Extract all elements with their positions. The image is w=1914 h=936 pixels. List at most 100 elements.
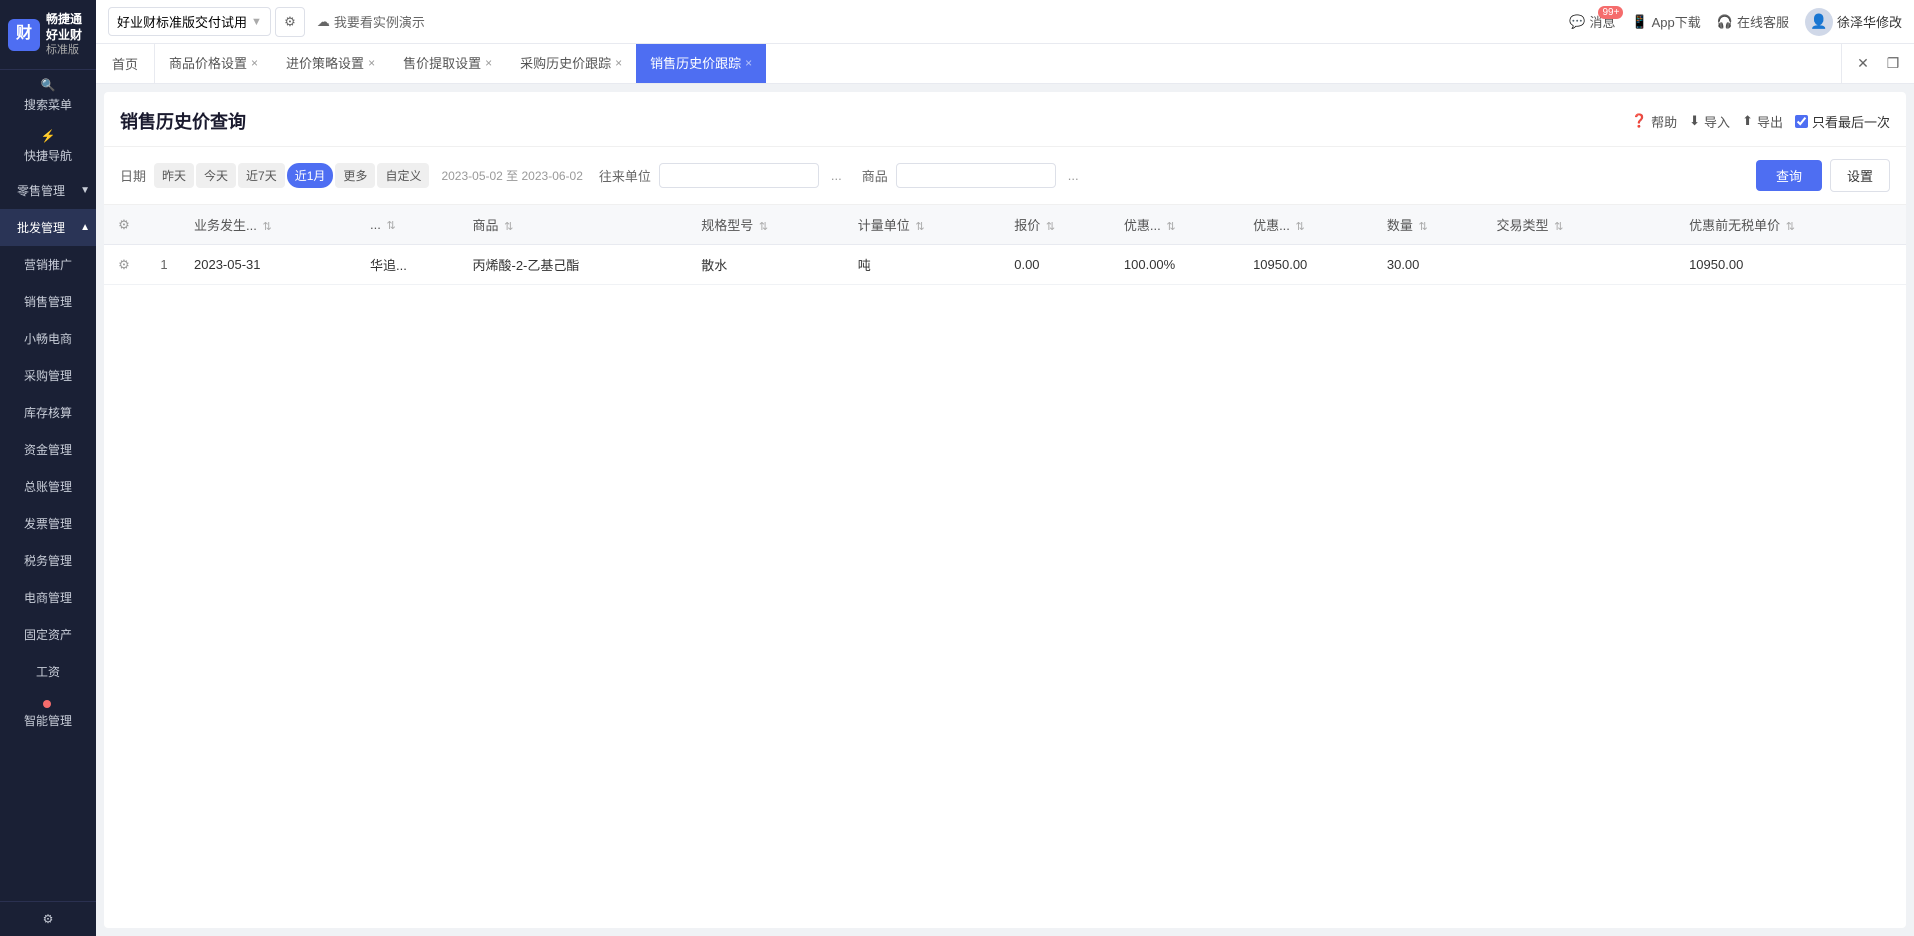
date-shortcuts: 昨天 今天 近7天 近1月 更多 自定义 (154, 163, 429, 188)
col-price[interactable]: 报价 ⇅ (1004, 205, 1114, 245)
help-btn[interactable]: ❓ 帮助 (1631, 112, 1677, 131)
sidebar-item-invoice-label: 发票管理 (24, 515, 72, 532)
sidebar-item-ecommerce-small[interactable]: 小畅电商 (0, 320, 96, 357)
date-shortcut-last7[interactable]: 近7天 (238, 163, 285, 188)
row-qty: 30.00 (1377, 245, 1487, 285)
sidebar-item-ledger[interactable]: 总账管理 (0, 468, 96, 505)
sidebar-item-purchase-label: 采购管理 (24, 367, 72, 384)
sidebar-item-smart[interactable]: 智能管理 (0, 690, 96, 739)
user-profile-btn[interactable]: 👤 徐泽华修改 (1805, 8, 1902, 36)
app-download-btn[interactable]: 📱 App下载 (1631, 12, 1700, 31)
col-discount2[interactable]: 优惠... ⇅ (1243, 205, 1377, 245)
topbar: 好业财标准版交付试用 ▼ ⚙ ☁ 我要看实例演示 💬 消息 99+ 📱 App下… (96, 0, 1914, 44)
col-more[interactable]: ... ⇅ (360, 205, 462, 245)
table-body: ⚙ 1 2023-05-31 华追... 丙烯酸-2-乙基己酯 散水 吨 0.0… (104, 245, 1906, 285)
import-btn[interactable]: ⬇ 导入 (1689, 112, 1730, 131)
sidebar-item-inventory[interactable]: 库存核算 (0, 394, 96, 431)
col-biz-date[interactable]: 业务发生... ⇅ (184, 205, 360, 245)
sidebar-item-purchase[interactable]: 采购管理 (0, 357, 96, 394)
row-company: 华追... (360, 245, 462, 285)
row-discount2: 10950.00 (1243, 245, 1377, 285)
sidebar-item-invoice[interactable]: 发票管理 (0, 505, 96, 542)
import-icon: ⬇ (1689, 113, 1700, 129)
tab-sales-history-close[interactable]: × (745, 56, 752, 70)
date-shortcut-last1m[interactable]: 近1月 (287, 163, 334, 188)
sidebar-search[interactable]: 🔍 搜索菜单 (0, 70, 96, 121)
sidebar-item-fixed-assets[interactable]: 固定资产 (0, 616, 96, 653)
version-select[interactable]: 好业财标准版交付试用 ▼ (108, 7, 271, 36)
tab-product-price-close[interactable]: × (251, 56, 258, 70)
row-discount1: 100.00% (1114, 245, 1243, 285)
col-spec[interactable]: 规格型号 ⇅ (691, 205, 848, 245)
source-unit-more-btn[interactable]: ... (827, 164, 846, 187)
tab-sales-history[interactable]: 销售历史价跟踪 × (636, 44, 766, 83)
sort-icon-discount2: ⇅ (1296, 221, 1305, 233)
col-discount1[interactable]: 优惠... ⇅ (1114, 205, 1243, 245)
date-range-text: 2023-05-02 至 2023-06-02 (441, 167, 582, 184)
sidebar-item-marketing[interactable]: 营销推广 (0, 246, 96, 283)
help-label: 帮助 (1651, 112, 1677, 131)
sidebar-item-finance[interactable]: 资金管理 (0, 431, 96, 468)
sidebar-item-wholesale[interactable]: 批发管理 ▲ (0, 209, 96, 246)
col-qty[interactable]: 数量 ⇅ (1377, 205, 1487, 245)
sidebar-item-retail[interactable]: 零售管理 ▼ (0, 172, 96, 209)
query-btn[interactable]: 查询 (1756, 160, 1822, 191)
msg-btn[interactable]: 💬 消息 99+ (1569, 12, 1615, 31)
chevron-down-icon: ▼ (80, 185, 90, 196)
export-btn[interactable]: ⬆ 导出 (1742, 112, 1783, 131)
tab-price-extract-close[interactable]: × (485, 56, 492, 70)
product-more-btn[interactable]: ... (1064, 164, 1083, 187)
date-shortcut-today[interactable]: 今天 (196, 163, 236, 188)
online-service-btn[interactable]: 🎧 在线客服 (1717, 12, 1789, 31)
sort-icon-spec: ⇅ (759, 221, 768, 233)
sidebar-item-ecommerce[interactable]: 电商管理 (0, 579, 96, 616)
tab-purchase-history-close[interactable]: × (615, 56, 622, 70)
row-gear-icon[interactable]: ⚙ (118, 257, 130, 272)
chevron-down-icon: ▼ (251, 16, 262, 28)
filter-row: 日期 昨天 今天 近7天 近1月 更多 自定义 2023-05-02 至 202… (104, 147, 1906, 205)
row-gear[interactable]: ⚙ (104, 245, 144, 285)
tab-product-price[interactable]: 商品价格设置 × (155, 44, 272, 83)
tab-price-extract[interactable]: 售价提取设置 × (389, 44, 506, 83)
sidebar-item-salary[interactable]: 工资 (0, 653, 96, 690)
sort-icon-discount1: ⇅ (1166, 221, 1175, 233)
table-row: ⚙ 1 2023-05-31 华追... 丙烯酸-2-乙基己酯 散水 吨 0.0… (104, 245, 1906, 285)
demo-btn[interactable]: ☁ 我要看实例演示 (317, 12, 425, 31)
col-pretax-price[interactable]: 优惠前无税单价 ⇅ (1679, 205, 1906, 245)
sidebar-item-tax[interactable]: 税务管理 (0, 542, 96, 579)
source-unit-input[interactable] (659, 163, 819, 188)
col-gear-icon[interactable]: ⚙ (118, 217, 130, 232)
date-shortcut-more[interactable]: 更多 (335, 163, 375, 188)
sidebar-item-sales[interactable]: 销售管理 (0, 283, 96, 320)
sort-icon-trade-type: ⇅ (1554, 221, 1563, 233)
sort-icon-unit: ⇅ (915, 221, 924, 233)
col-unit[interactable]: 计量单位 ⇅ (848, 205, 1005, 245)
sidebar-item-finance-label: 资金管理 (24, 441, 72, 458)
product-filter: 商品 ... (862, 163, 1083, 188)
chevron-up-icon: ▲ (80, 222, 90, 233)
sort-icon-price: ⇅ (1046, 221, 1055, 233)
topbar-settings-btn[interactable]: ⚙ (275, 7, 305, 37)
last-once-checkbox[interactable] (1795, 115, 1808, 128)
tab-restore-btn[interactable]: ❐ (1880, 51, 1906, 77)
product-input[interactable] (896, 163, 1056, 188)
date-shortcut-yesterday[interactable]: 昨天 (154, 163, 194, 188)
sort-icon-pretax: ⇅ (1786, 221, 1795, 233)
tab-home[interactable]: 首页 (96, 44, 155, 83)
tab-price-strategy[interactable]: 进价策略设置 × (272, 44, 389, 83)
date-shortcut-custom[interactable]: 自定义 (377, 163, 429, 188)
col-trade-type[interactable]: 交易类型 ⇅ (1487, 205, 1644, 245)
close-icon: ✕ (1857, 55, 1869, 72)
sidebar-quick-nav[interactable]: ⚡ 快捷导航 (0, 121, 96, 172)
col-product[interactable]: 商品 ⇅ (463, 205, 692, 245)
sidebar-item-tax-label: 税务管理 (24, 552, 72, 569)
sidebar-settings-btn[interactable]: ⚙ (0, 901, 96, 936)
main-area: 好业财标准版交付试用 ▼ ⚙ ☁ 我要看实例演示 💬 消息 99+ 📱 App下… (96, 0, 1914, 936)
tab-price-strategy-close[interactable]: × (368, 56, 375, 70)
tab-close-btn[interactable]: ✕ (1850, 51, 1876, 77)
tab-purchase-history[interactable]: 采购历史价跟踪 × (506, 44, 636, 83)
settings-btn[interactable]: 设置 (1830, 159, 1890, 192)
home-label: 首页 (112, 54, 138, 73)
sidebar-item-fixed-assets-label: 固定资产 (24, 626, 72, 643)
app-download-label: App下载 (1652, 12, 1701, 31)
